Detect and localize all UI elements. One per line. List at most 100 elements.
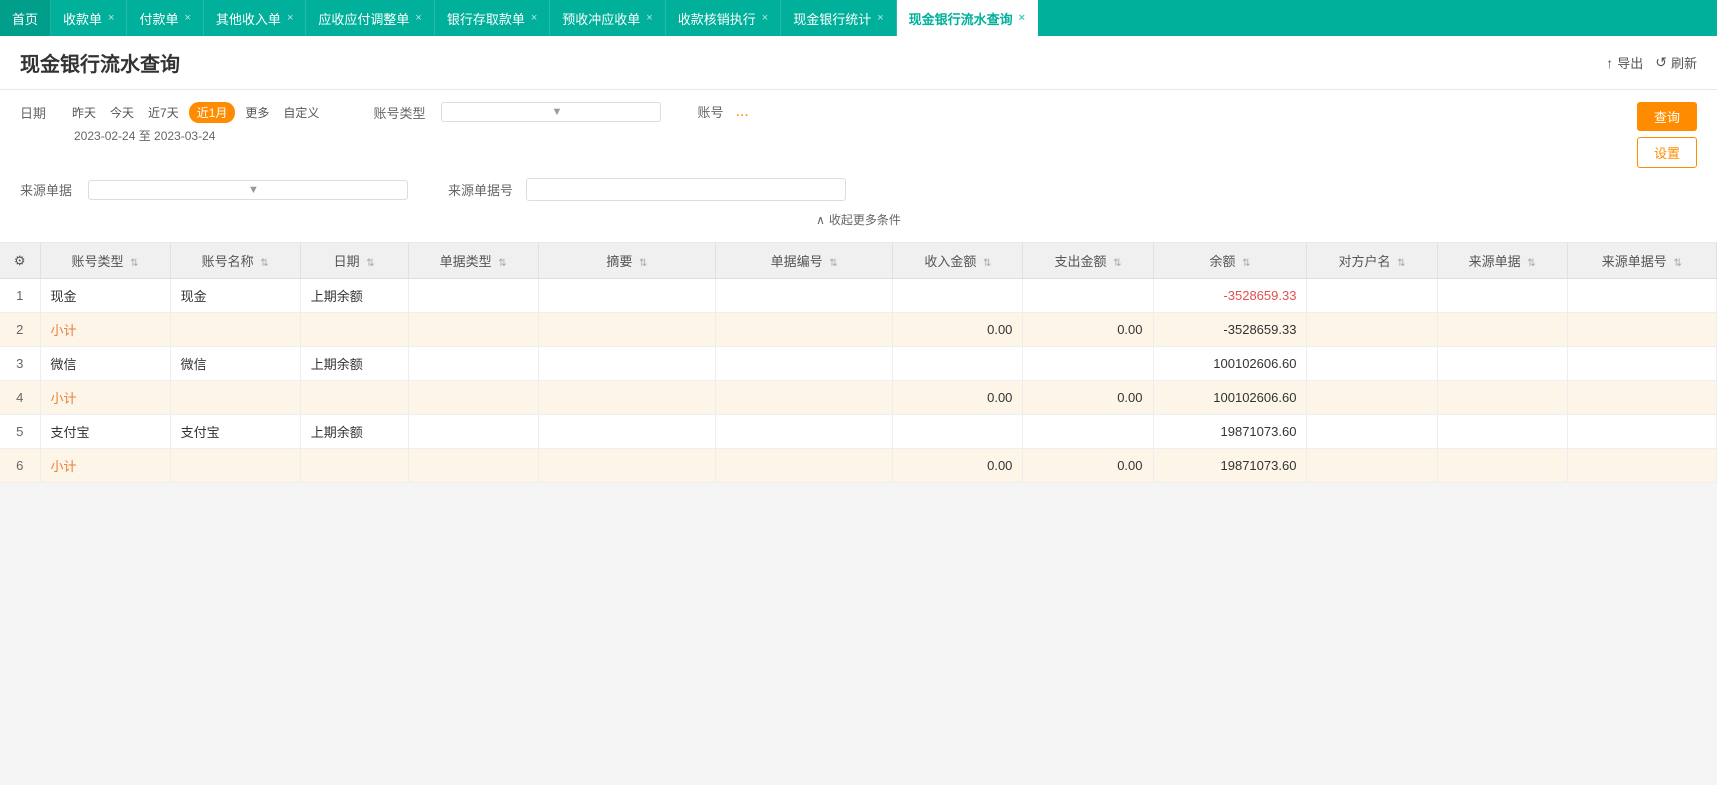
col-doc-no[interactable]: 单据编号 ⇅ [716, 243, 893, 279]
export-button[interactable]: ↑ 导出 [1606, 53, 1643, 72]
tab-close-2[interactable]: × [287, 12, 293, 24]
row-doc-no [716, 347, 893, 381]
row-account-name: 支付宝 [170, 415, 300, 449]
table-row: 6 小计 0.00 0.00 19871073.60 [0, 449, 1717, 483]
nav-tab-0[interactable]: 收款单 × [51, 0, 127, 36]
nav-tab-7[interactable]: 现金银行统计 × [781, 0, 896, 36]
nav-tab-8[interactable]: 现金银行流水查询 × [897, 0, 1038, 36]
row-source-doc [1437, 279, 1567, 313]
tab-close-8[interactable]: × [1019, 12, 1025, 24]
sort-expense: ⇅ [1113, 258, 1121, 269]
row-date [300, 313, 408, 347]
date-opt-custom[interactable]: 自定义 [279, 102, 323, 123]
row-date: 上期余额 [300, 279, 408, 313]
sort-summary: ⇅ [639, 258, 647, 269]
col-doc-type[interactable]: 单据类型 ⇅ [408, 243, 538, 279]
date-opt-more[interactable]: 更多 [241, 102, 273, 123]
row-doc-type [408, 449, 538, 483]
col-income[interactable]: 收入金额 ⇅ [893, 243, 1023, 279]
tab-close-3[interactable]: × [415, 12, 421, 24]
row-account-name [170, 381, 300, 415]
account-label: 账号 [697, 102, 727, 121]
page-header: 现金银行流水查询 ↑ 导出 ↺ 刷新 [0, 36, 1717, 90]
col-summary[interactable]: 摘要 ⇅ [538, 243, 715, 279]
row-doc-no [716, 381, 893, 415]
query-button[interactable]: 查询 [1637, 102, 1697, 131]
row-doc-type [408, 313, 538, 347]
tab-close-0[interactable]: × [108, 12, 114, 24]
row-num: 4 [0, 381, 40, 415]
collapse-bar[interactable]: ∧ 收起更多条件 [20, 207, 1697, 230]
row-doc-no [716, 313, 893, 347]
row-income [893, 279, 1023, 313]
date-opt-7days[interactable]: 近7天 [144, 102, 183, 123]
col-balance[interactable]: 余额 ⇅ [1153, 243, 1307, 279]
source-doc-select[interactable]: ▼ [88, 180, 408, 200]
col-counterparty[interactable]: 对方户名 ⇅ [1307, 243, 1437, 279]
action-buttons: 查询 设置 [1637, 102, 1697, 168]
tab-label: 现金银行统计 [793, 9, 871, 28]
home-label: 首页 [12, 9, 38, 28]
row-counterparty [1307, 279, 1437, 313]
tab-close-6[interactable]: × [762, 12, 768, 24]
row-num: 2 [0, 313, 40, 347]
row-source-doc-no [1567, 415, 1716, 449]
row-source-doc-no [1567, 347, 1716, 381]
top-nav: 首页 收款单 × 付款单 × 其他收入单 × 应收应付调整单 × 银行存取款单 … [0, 0, 1717, 36]
sort-source-doc: ⇅ [1527, 258, 1535, 269]
account-ellipsis[interactable]: ... [735, 103, 748, 121]
date-opt-today[interactable]: 今天 [106, 102, 138, 123]
row-doc-type [408, 415, 538, 449]
tab-label: 预收冲应收单 [562, 9, 640, 28]
sort-date: ⇅ [366, 258, 374, 269]
tab-close-4[interactable]: × [531, 12, 537, 24]
col-account-type[interactable]: 账号类型 ⇅ [40, 243, 170, 279]
source-doc-no-input[interactable] [526, 178, 846, 201]
account-type-select[interactable]: ▼ [441, 102, 661, 122]
refresh-label: 刷新 [1671, 53, 1697, 72]
account-type-label: 账号类型 [373, 103, 433, 122]
date-opt-yesterday[interactable]: 昨天 [68, 102, 100, 123]
refresh-button[interactable]: ↺ 刷新 [1655, 53, 1697, 72]
nav-tab-3[interactable]: 应收应付调整单 × [306, 0, 434, 36]
row-expense [1023, 415, 1153, 449]
row-doc-no [716, 415, 893, 449]
col-source-doc-no[interactable]: 来源单据号 ⇅ [1567, 243, 1716, 279]
nav-tab-6[interactable]: 收款核销执行 × [666, 0, 781, 36]
col-expense[interactable]: 支出金额 ⇅ [1023, 243, 1153, 279]
col-gear[interactable]: ⚙ [0, 243, 40, 279]
source-doc-arrow: ▼ [248, 184, 399, 196]
nav-tab-5[interactable]: 预收冲应收单 × [550, 0, 665, 36]
row-account-name: 微信 [170, 347, 300, 381]
row-account-type: 现金 [40, 279, 170, 313]
col-account-name[interactable]: 账号名称 ⇅ [170, 243, 300, 279]
tab-close-7[interactable]: × [877, 12, 883, 24]
row-account-type: 微信 [40, 347, 170, 381]
row-date [300, 449, 408, 483]
setting-button[interactable]: 设置 [1637, 137, 1697, 168]
row-account-type: 小计 [40, 313, 170, 347]
row-balance: 100102606.60 [1153, 381, 1307, 415]
nav-tab-2[interactable]: 其他收入单 × [204, 0, 306, 36]
tab-close-5[interactable]: × [646, 12, 652, 24]
row-source-doc [1437, 415, 1567, 449]
nav-tab-1[interactable]: 付款单 × [127, 0, 203, 36]
tab-label: 现金银行流水查询 [909, 9, 1013, 28]
nav-home[interactable]: 首页 [0, 0, 51, 36]
row-balance: 19871073.60 [1153, 449, 1307, 483]
row-income [893, 347, 1023, 381]
col-source-doc[interactable]: 来源单据 ⇅ [1437, 243, 1567, 279]
collapse-icon: ∧ [816, 213, 825, 227]
date-opt-1month[interactable]: 近1月 [189, 102, 236, 123]
table-row: 5 支付宝 支付宝 上期余额 19871073.60 [0, 415, 1717, 449]
col-date[interactable]: 日期 ⇅ [300, 243, 408, 279]
table-container: ⚙ 账号类型 ⇅ 账号名称 ⇅ 日期 ⇅ 单据类型 ⇅ [0, 243, 1717, 483]
nav-tab-4[interactable]: 银行存取款单 × [435, 0, 550, 36]
sort-source-doc-no: ⇅ [1673, 258, 1681, 269]
row-balance: -3528659.33 [1153, 313, 1307, 347]
row-account-type: 小计 [40, 449, 170, 483]
row-doc-type [408, 381, 538, 415]
account-type-arrow: ▼ [551, 106, 652, 118]
tab-close-1[interactable]: × [184, 12, 190, 24]
row-num: 5 [0, 415, 40, 449]
